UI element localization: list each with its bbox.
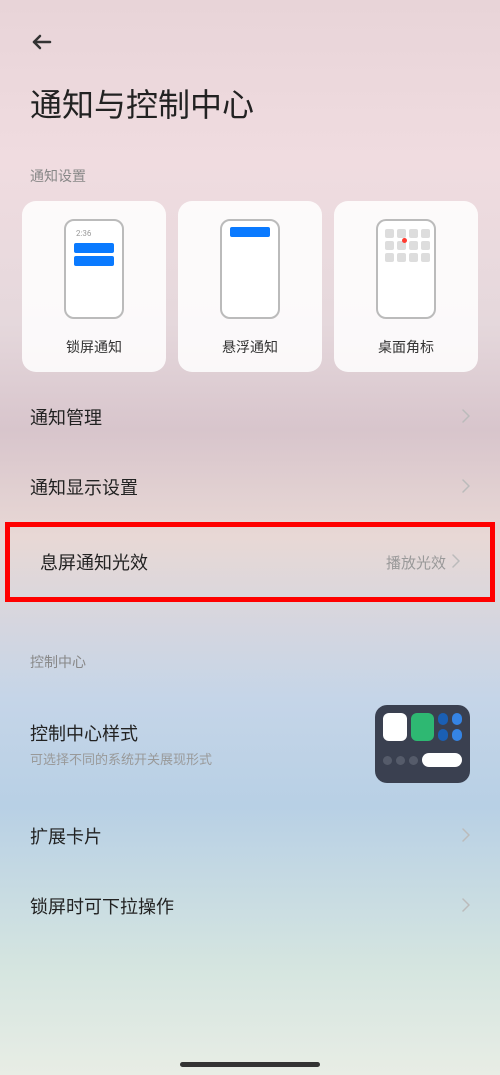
- chevron-right-icon: [462, 408, 470, 427]
- notification-cards-row: 2:36 锁屏通知 悬浮通知 桌面角标: [0, 201, 500, 372]
- lock-time-label: 2:36: [76, 229, 91, 238]
- float-bar-icon: [230, 227, 270, 237]
- card-label: 悬浮通知: [222, 337, 278, 357]
- highlighted-box: 息屏通知光效 播放光效: [5, 522, 495, 602]
- lock-bar-icon: [74, 256, 114, 266]
- chevron-right-icon: [462, 897, 470, 916]
- back-button[interactable]: [30, 30, 60, 60]
- notification-section-label: 通知设置: [0, 126, 500, 201]
- floating-mockup: [220, 219, 280, 319]
- item-value: 播放光效: [386, 552, 446, 573]
- item-notification-display[interactable]: 通知显示设置: [0, 452, 500, 522]
- item-aod-light-effect[interactable]: 息屏通知光效 播放光效: [10, 527, 490, 597]
- chevron-right-icon: [462, 478, 470, 497]
- item-extension-cards[interactable]: 扩展卡片: [0, 801, 500, 871]
- badge-grid-icon: [385, 229, 427, 262]
- lock-bar-icon: [74, 243, 114, 253]
- item-title: 控制中心样式: [30, 720, 375, 746]
- item-notification-manage[interactable]: 通知管理: [0, 382, 500, 452]
- item-control-center-style[interactable]: 控制中心样式 可选择不同的系统开关展现形式: [0, 687, 500, 801]
- card-floating-notification[interactable]: 悬浮通知: [178, 201, 322, 372]
- item-title: 通知管理: [30, 404, 462, 430]
- badge-mockup: [376, 219, 436, 319]
- item-title: 扩展卡片: [30, 823, 462, 849]
- page-title: 通知与控制中心: [0, 0, 500, 126]
- lockscreen-mockup: 2:36: [64, 219, 124, 319]
- card-label: 锁屏通知: [66, 337, 122, 357]
- control-center-preview-icon: [375, 705, 470, 783]
- home-indicator[interactable]: [180, 1062, 320, 1067]
- item-title: 息屏通知光效: [40, 549, 386, 575]
- item-lockscreen-pulldown[interactable]: 锁屏时可下拉操作: [0, 871, 500, 941]
- card-lockscreen-notification[interactable]: 2:36 锁屏通知: [22, 201, 166, 372]
- badge-dot-icon: [402, 238, 407, 243]
- item-subtitle: 可选择不同的系统开关展现形式: [30, 749, 375, 768]
- chevron-right-icon: [452, 553, 460, 572]
- item-title: 通知显示设置: [30, 474, 462, 500]
- chevron-right-icon: [462, 827, 470, 846]
- notification-list: 通知管理 通知显示设置 息屏通知光效 播放光效: [0, 372, 500, 612]
- control-section-label: 控制中心: [0, 612, 500, 687]
- card-desktop-badge[interactable]: 桌面角标: [334, 201, 478, 372]
- item-title: 锁屏时可下拉操作: [30, 893, 462, 919]
- card-label: 桌面角标: [378, 337, 434, 357]
